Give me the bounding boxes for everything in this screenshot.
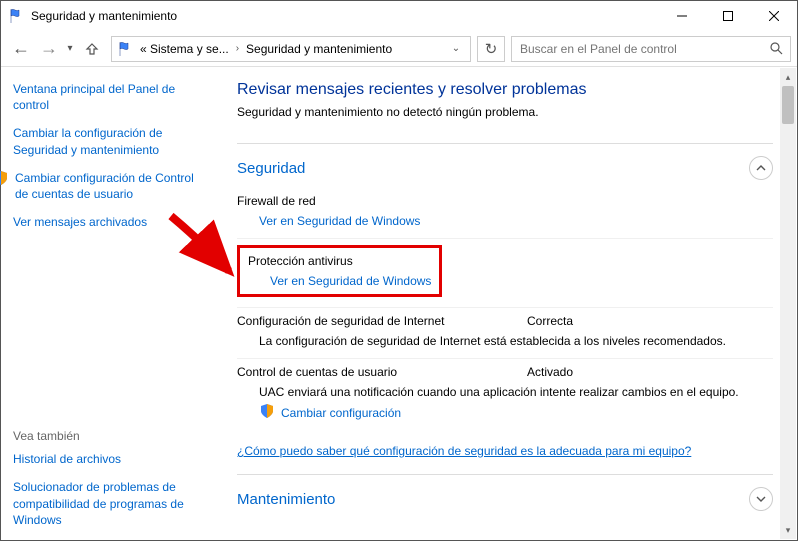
section-security: Seguridad Firewall de red Ver en Segurid… — [237, 143, 773, 474]
sidebar-link-change-security[interactable]: Cambiar la configuración de Seguridad y … — [13, 125, 205, 157]
scrollbar-thumb[interactable] — [782, 86, 794, 124]
shield-icon — [259, 403, 275, 422]
page-subtitle: Seguridad y mantenimiento no detectó nin… — [237, 105, 773, 119]
firewall-link[interactable]: Ver en Seguridad de Windows — [259, 214, 420, 228]
search-icon[interactable] — [762, 42, 790, 55]
firewall-title: Firewall de red — [237, 194, 527, 208]
item-uac: Control de cuentas de usuario Activado U… — [237, 359, 773, 432]
annotation-highlight: Protección antivirus Ver en Seguridad de… — [237, 245, 442, 297]
titlebar: Seguridad y mantenimiento — [1, 1, 797, 31]
breadcrumb-system[interactable]: « Sistema y se... — [136, 42, 233, 56]
refresh-button[interactable]: ↻ — [477, 36, 505, 62]
see-also-heading: Vea también — [13, 429, 205, 443]
content: Revisar mensajes recientes y resolver pr… — [217, 67, 797, 540]
section-maintenance-header[interactable]: Mantenimiento — [237, 485, 773, 519]
flag-icon — [9, 8, 25, 24]
item-internet-security: Configuración de seguridad de Internet C… — [237, 308, 773, 359]
help-link[interactable]: ¿Cómo puedo saber qué configuración de s… — [237, 444, 773, 458]
sidebar-link-compat-troubleshooter[interactable]: Solucionador de problemas de compatibili… — [13, 479, 205, 528]
close-button[interactable] — [751, 1, 797, 31]
address-dropdown[interactable]: ⌄ — [446, 43, 466, 54]
section-maintenance: Mantenimiento — [237, 474, 773, 523]
inet-status: Correcta — [527, 314, 573, 328]
search-box[interactable] — [511, 36, 791, 62]
uac-title: Control de cuentas de usuario — [237, 365, 527, 379]
antivirus-link[interactable]: Ver en Seguridad de Windows — [270, 274, 431, 288]
breadcrumb-current[interactable]: Seguridad y mantenimiento — [242, 42, 396, 56]
up-button[interactable] — [79, 36, 105, 62]
inet-body: La configuración de seguridad de Interne… — [237, 328, 773, 348]
sidebar: Ventana principal del Panel de control C… — [1, 67, 217, 540]
sidebar-link-file-history[interactable]: Historial de archivos — [13, 451, 205, 467]
sidebar-link-archived[interactable]: Ver mensajes archivados — [13, 214, 205, 230]
item-antivirus: Protección antivirus Ver en Seguridad de… — [237, 239, 773, 308]
chevron-down-icon — [749, 487, 773, 511]
section-maintenance-title: Mantenimiento — [237, 491, 749, 508]
shield-icon — [0, 170, 9, 186]
section-security-title: Seguridad — [237, 160, 749, 177]
search-input[interactable] — [512, 42, 762, 56]
back-button[interactable]: ← — [7, 36, 35, 62]
scroll-down-button[interactable]: ▾ — [780, 521, 796, 539]
antivirus-title: Protección antivirus — [248, 254, 353, 268]
history-dropdown[interactable]: ▾ — [63, 43, 77, 54]
sidebar-link-label: Cambiar configuración de Control de cuen… — [15, 170, 205, 202]
window-title: Seguridad y mantenimiento — [31, 9, 177, 23]
minimize-button[interactable] — [659, 1, 705, 31]
page-title: Revisar mensajes recientes y resolver pr… — [237, 81, 773, 99]
forward-button[interactable]: → — [35, 36, 63, 62]
maximize-button[interactable] — [705, 1, 751, 31]
chevron-right-icon: › — [233, 43, 242, 54]
sidebar-link-main-panel[interactable]: Ventana principal del Panel de control — [13, 81, 205, 113]
section-security-header[interactable]: Seguridad — [237, 154, 773, 188]
sidebar-link-uac[interactable]: Cambiar configuración de Control de cuen… — [0, 170, 205, 202]
chevron-up-icon — [749, 156, 773, 180]
address-bar[interactable]: « Sistema y se... › Seguridad y mantenim… — [111, 36, 471, 62]
inet-title: Configuración de seguridad de Internet — [237, 314, 527, 328]
uac-status: Activado — [527, 365, 573, 379]
scrollbar-track[interactable] — [780, 86, 796, 521]
scrollbar[interactable]: ▴ ▾ — [780, 68, 796, 539]
uac-link[interactable]: Cambiar configuración — [281, 406, 401, 420]
uac-body: UAC enviará una notificación cuando una … — [259, 385, 773, 399]
scroll-up-button[interactable]: ▴ — [780, 68, 796, 86]
navbar: ← → ▾ « Sistema y se... › Seguridad y ma… — [1, 31, 797, 67]
item-firewall: Firewall de red Ver en Seguridad de Wind… — [237, 188, 773, 239]
flag-icon — [116, 41, 136, 57]
